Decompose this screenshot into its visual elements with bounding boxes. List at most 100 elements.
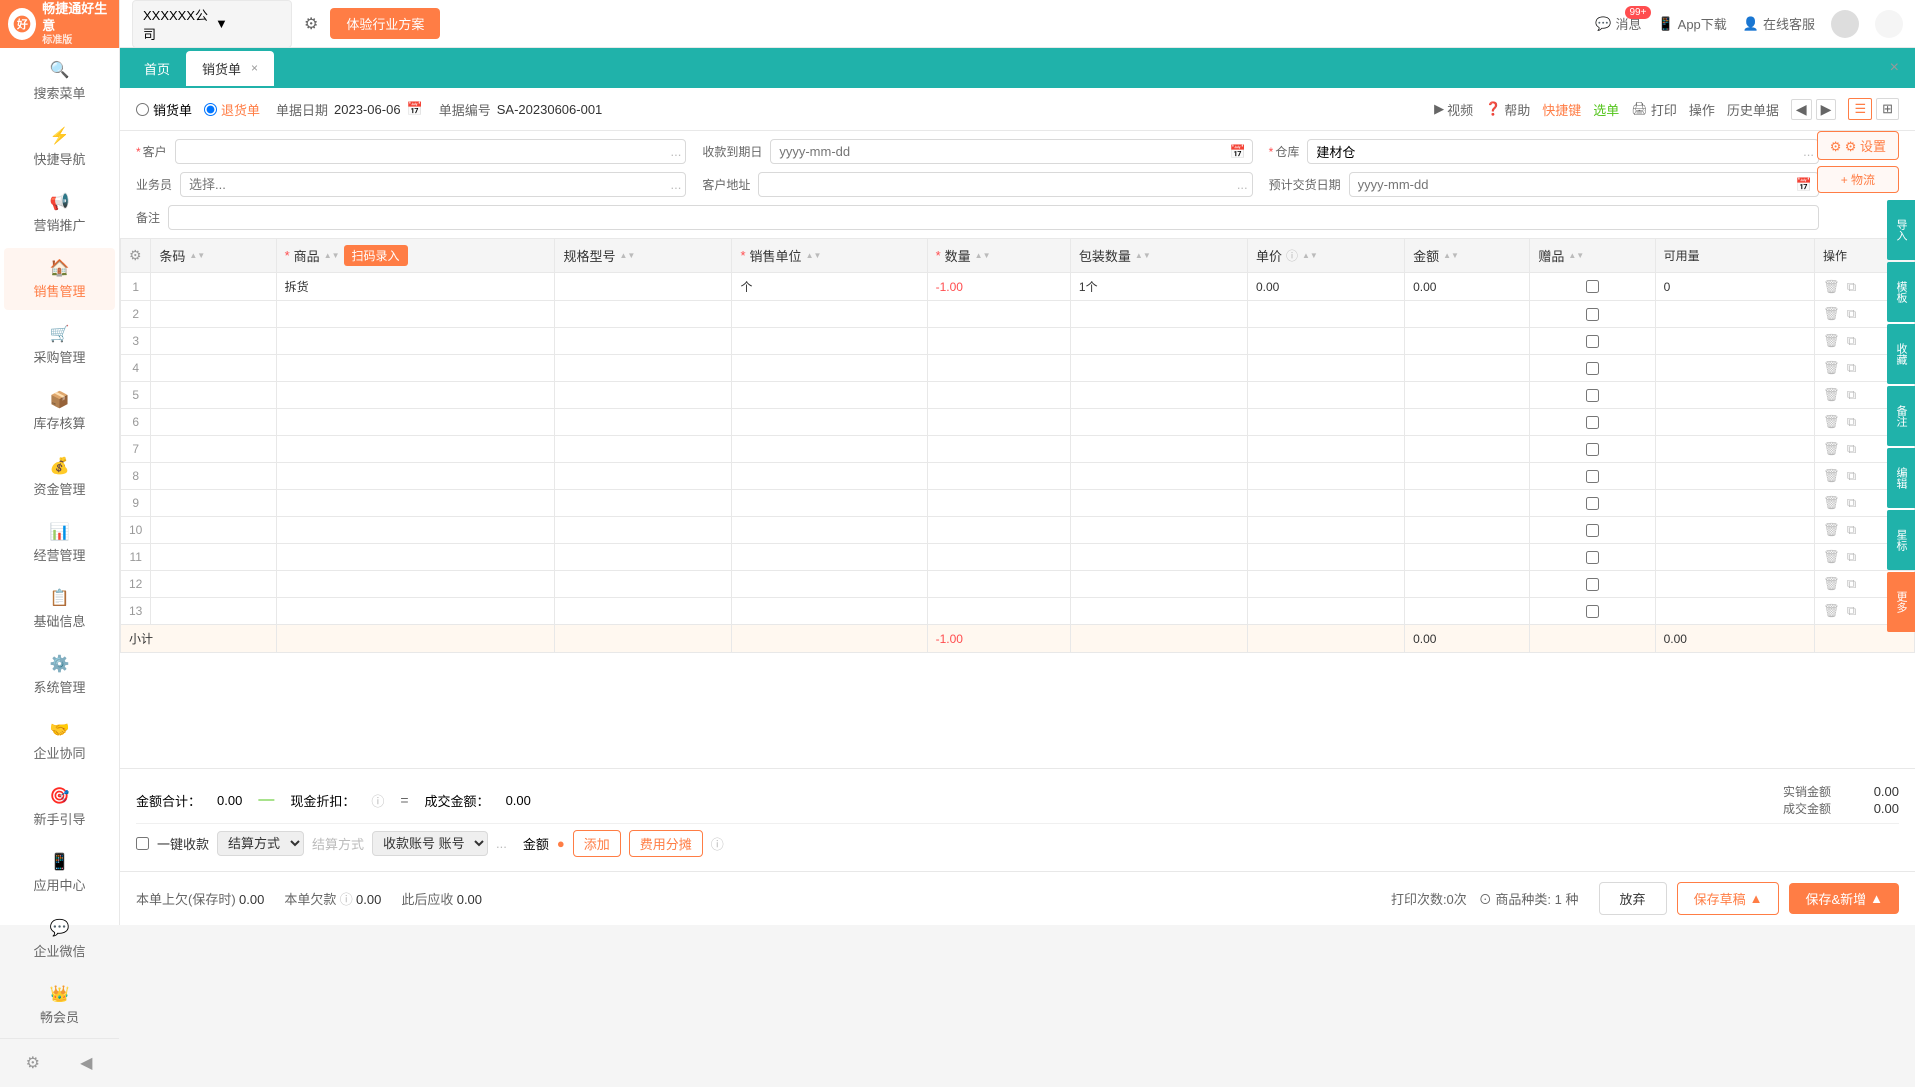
cell-quantity[interactable]: [927, 598, 1070, 625]
cell-spec[interactable]: [555, 328, 732, 355]
warehouse-input[interactable]: [1308, 140, 1799, 163]
cell-barcode[interactable]: [151, 490, 276, 517]
save-new-btn[interactable]: 保存&新增 ▲: [1789, 883, 1899, 914]
right-panel-import[interactable]: 导入: [1887, 200, 1915, 260]
cell-spec[interactable]: [555, 409, 732, 436]
cell-amount[interactable]: [1405, 328, 1530, 355]
copy-icon[interactable]: ⧉: [1847, 549, 1856, 564]
delete-icon[interactable]: 🗑: [1823, 441, 1840, 456]
add-payment-btn[interactable]: 添加: [573, 830, 621, 857]
cell-gift[interactable]: [1530, 517, 1655, 544]
cell-spec[interactable]: [555, 490, 732, 517]
copy-icon[interactable]: ⧉: [1847, 441, 1856, 456]
cell-spec[interactable]: [555, 517, 732, 544]
prev-arrow[interactable]: ◀: [1791, 99, 1812, 120]
cell-product[interactable]: [276, 382, 555, 409]
payment-account-select[interactable]: 收款账号 账号: [372, 831, 488, 856]
cell-barcode[interactable]: [151, 517, 276, 544]
cell-quantity[interactable]: [927, 571, 1070, 598]
cell-spec[interactable]: [555, 355, 732, 382]
shortcut-btn[interactable]: 快捷键: [1542, 100, 1581, 119]
cell-pack-qty[interactable]: [1070, 355, 1247, 382]
payment-method-select[interactable]: 结算方式: [217, 831, 304, 856]
cell-product[interactable]: [276, 463, 555, 490]
salesperson-dots[interactable]: ...: [666, 177, 685, 192]
delete-icon[interactable]: 🗑: [1823, 360, 1840, 375]
cell-product[interactable]: [276, 409, 555, 436]
cell-product[interactable]: [276, 544, 555, 571]
settings-gear-icon[interactable]: ⚙: [304, 14, 318, 34]
radio-return[interactable]: 退货单: [204, 100, 260, 119]
copy-icon[interactable]: ⧉: [1847, 333, 1856, 348]
customer-input[interactable]: [176, 140, 667, 163]
sidebar-item-guide[interactable]: 🎯 新手引导: [4, 776, 115, 838]
cell-amount[interactable]: [1405, 490, 1530, 517]
due-date-calendar-icon[interactable]: 📅: [1223, 144, 1251, 160]
cell-spec[interactable]: [555, 463, 732, 490]
cell-unit[interactable]: [732, 571, 927, 598]
cell-barcode[interactable]: [151, 409, 276, 436]
expected-date-input[interactable]: [1350, 173, 1790, 196]
customer-addr-dots[interactable]: ...: [1233, 177, 1252, 192]
video-btn[interactable]: ▶ 视频: [1434, 100, 1473, 119]
cell-spec[interactable]: [555, 544, 732, 571]
cell-unit-price[interactable]: [1247, 409, 1404, 436]
cell-unit[interactable]: [732, 355, 927, 382]
cell-gift[interactable]: [1530, 328, 1655, 355]
cell-quantity[interactable]: [927, 436, 1070, 463]
app-download-btn[interactable]: 📱 App下载: [1657, 14, 1726, 33]
cell-spec[interactable]: [555, 571, 732, 598]
discard-btn[interactable]: 放弃: [1599, 882, 1667, 915]
sidebar-item-operations[interactable]: 📊 经营管理: [4, 512, 115, 574]
cell-product[interactable]: [276, 598, 555, 625]
cell-quantity[interactable]: [927, 355, 1070, 382]
cell-pack-qty[interactable]: [1070, 571, 1247, 598]
cell-unit-price[interactable]: 0.00: [1247, 273, 1404, 301]
gift-checkbox[interactable]: [1586, 416, 1599, 429]
cell-spec[interactable]: [555, 273, 732, 301]
delete-icon[interactable]: 🗑: [1823, 603, 1840, 618]
radio-sales[interactable]: 销货单: [136, 100, 192, 119]
cell-spec[interactable]: [555, 598, 732, 625]
cell-amount[interactable]: [1405, 517, 1530, 544]
cell-pack-qty[interactable]: [1070, 409, 1247, 436]
cell-gift[interactable]: [1530, 301, 1655, 328]
cell-unit[interactable]: [732, 301, 927, 328]
cell-spec[interactable]: [555, 436, 732, 463]
gift-checkbox[interactable]: [1586, 389, 1599, 402]
message-btn[interactable]: 💬 消息 99+: [1595, 14, 1641, 33]
sidebar-item-marketing[interactable]: 📢 营销推广: [4, 182, 115, 244]
cell-gift[interactable]: [1530, 273, 1655, 301]
delete-icon[interactable]: 🗑: [1823, 495, 1840, 510]
cell-gift[interactable]: [1530, 544, 1655, 571]
right-panel-template[interactable]: 模板: [1887, 262, 1915, 322]
gift-checkbox[interactable]: [1586, 280, 1599, 293]
operation-btn[interactable]: 操作: [1689, 100, 1715, 119]
gift-checkbox[interactable]: [1586, 497, 1599, 510]
cell-amount[interactable]: [1405, 301, 1530, 328]
cell-barcode[interactable]: [151, 355, 276, 382]
delete-icon[interactable]: 🗑: [1823, 387, 1840, 402]
company-select[interactable]: XXXXXX公司 ▼: [132, 0, 292, 48]
sidebar-item-quick-nav[interactable]: ⚡ 快捷导航: [4, 116, 115, 178]
cell-product[interactable]: [276, 328, 555, 355]
cell-quantity[interactable]: [927, 409, 1070, 436]
due-date-wrapper[interactable]: 📅: [770, 139, 1252, 164]
grid-view-icon[interactable]: ⊞: [1876, 98, 1899, 120]
gift-checkbox[interactable]: [1586, 605, 1599, 618]
copy-icon[interactable]: ⧉: [1847, 306, 1856, 321]
cell-pack-qty[interactable]: [1070, 301, 1247, 328]
cell-unit-price[interactable]: [1247, 301, 1404, 328]
cell-pack-qty[interactable]: [1070, 463, 1247, 490]
cell-pack-qty[interactable]: [1070, 382, 1247, 409]
sidebar-settings-btn[interactable]: ⚙: [8, 1047, 58, 1079]
cell-unit[interactable]: [732, 598, 927, 625]
salesperson-input[interactable]: [181, 173, 666, 196]
right-panel-edit[interactable]: 编辑: [1887, 448, 1915, 508]
cell-barcode[interactable]: [151, 436, 276, 463]
copy-icon[interactable]: ⧉: [1847, 576, 1856, 591]
sidebar-item-sales[interactable]: 🏠 销售管理: [4, 248, 115, 310]
delete-icon[interactable]: 🗑: [1823, 576, 1840, 591]
cell-barcode[interactable]: [151, 273, 276, 301]
cell-gift[interactable]: [1530, 436, 1655, 463]
